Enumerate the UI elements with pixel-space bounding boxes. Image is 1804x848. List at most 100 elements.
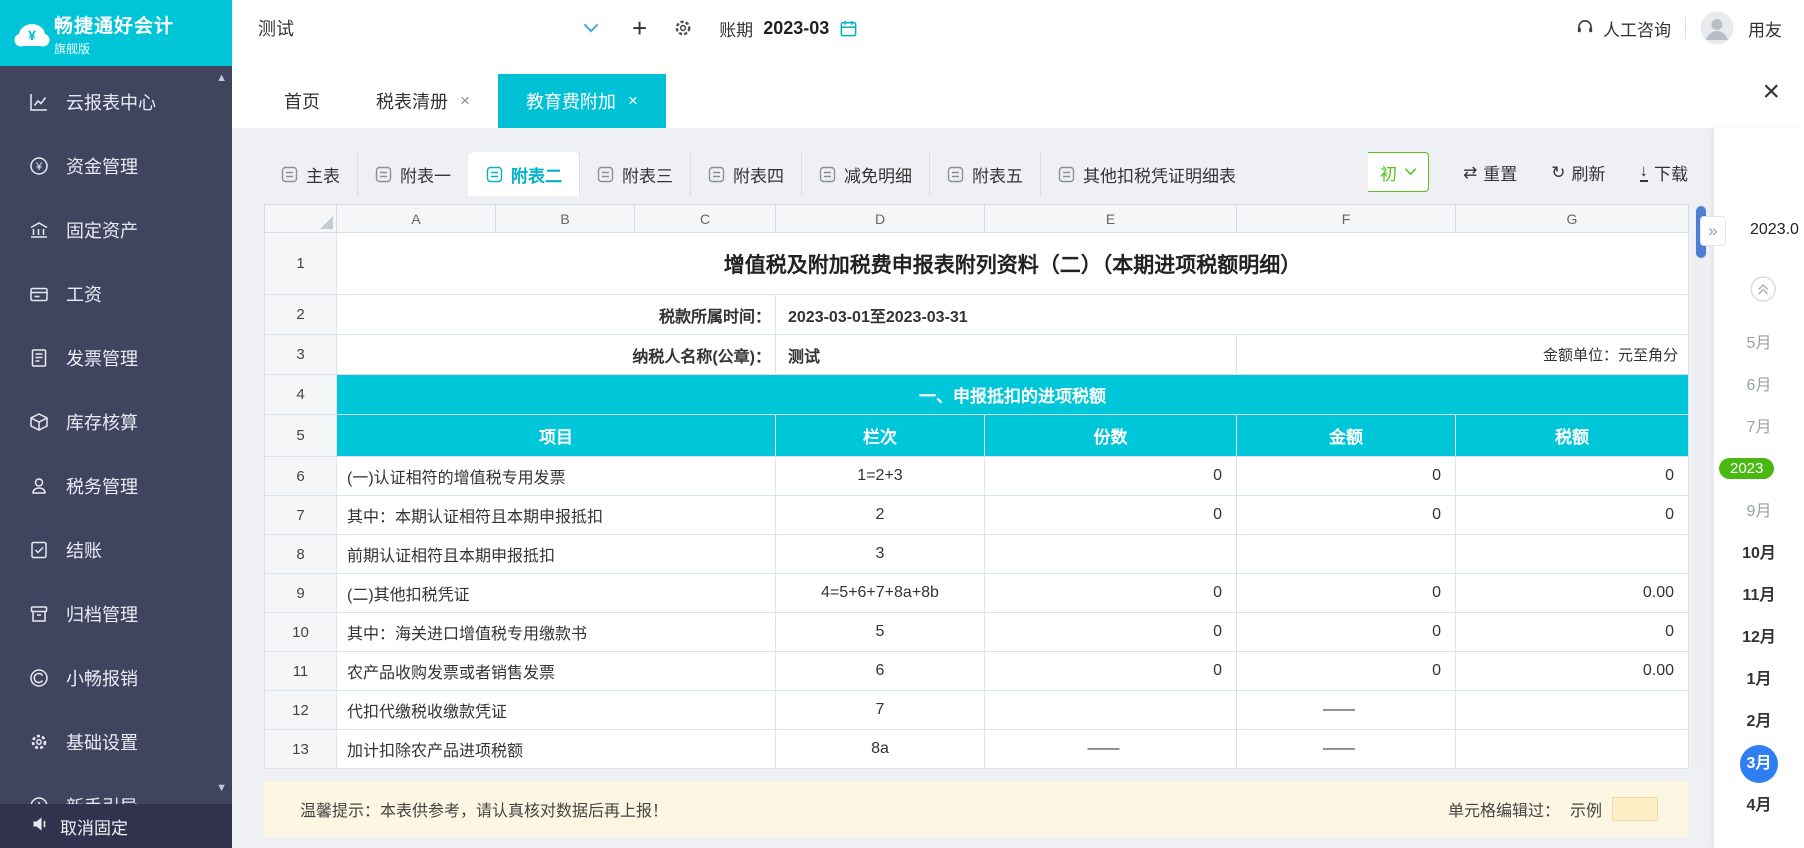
- period-cell-label[interactable]: 税款所属时间：: [336, 294, 776, 335]
- cell-count[interactable]: [984, 690, 1237, 730]
- close-icon[interactable]: ×: [628, 91, 638, 111]
- column-header-e[interactable]: E: [984, 204, 1237, 233]
- refresh-button[interactable]: ↻ 刷新: [1551, 160, 1605, 185]
- cell-amount[interactable]: 0: [1236, 651, 1456, 691]
- cell-colno[interactable]: 7: [775, 690, 985, 730]
- cell-amount[interactable]: [1236, 534, 1456, 574]
- cell-tax[interactable]: 0: [1455, 612, 1689, 652]
- sidebar-scroll-down-icon[interactable]: ▼: [216, 782, 227, 794]
- sidebar-item-fixed-assets[interactable]: 固定资产: [0, 198, 232, 262]
- calendar-icon[interactable]: [839, 19, 858, 38]
- row-header[interactable]: 13: [264, 729, 337, 769]
- cell-tax[interactable]: [1455, 729, 1689, 769]
- cell-tax[interactable]: 0.00: [1455, 651, 1689, 691]
- close-all-button[interactable]: ×: [1762, 77, 1780, 107]
- row-header[interactable]: 12: [264, 690, 337, 730]
- column-header-d[interactable]: D: [775, 204, 985, 233]
- cell-colno[interactable]: 6: [775, 651, 985, 691]
- sidebar-scroll-up-icon[interactable]: ▲: [216, 72, 227, 84]
- month-item[interactable]: 4月: [1714, 785, 1804, 827]
- cell-tax[interactable]: 0: [1455, 456, 1689, 496]
- header-item[interactable]: 项目: [336, 414, 776, 457]
- column-header-b[interactable]: B: [495, 204, 635, 233]
- row-header[interactable]: 1: [264, 232, 337, 295]
- tab-education-surcharge[interactable]: 教育费附加 ×: [497, 74, 666, 128]
- sheet-tab-appendix-4[interactable]: 附表四: [690, 152, 801, 196]
- cell-item[interactable]: 代扣代缴税收缴款凭证: [336, 690, 776, 730]
- support-button[interactable]: 人工咨询: [1575, 16, 1671, 41]
- column-header-g[interactable]: G: [1455, 204, 1689, 233]
- sidebar-item-salary[interactable]: 工资: [0, 262, 232, 326]
- sidebar-item-funds[interactable]: ¥ 资金管理: [0, 134, 232, 198]
- cell-colno[interactable]: 2: [775, 495, 985, 535]
- cell-tax[interactable]: 0: [1455, 495, 1689, 535]
- cell-colno[interactable]: 3: [775, 534, 985, 574]
- cell-item[interactable]: 其中：海关进口增值税专用缴款书: [336, 612, 776, 652]
- cell-amount[interactable]: 0: [1236, 495, 1456, 535]
- month-item[interactable]: 1月: [1714, 659, 1804, 701]
- row-header[interactable]: 3: [264, 334, 337, 375]
- reset-button[interactable]: ⇄ 重置: [1463, 160, 1517, 185]
- month-item[interactable]: 7月: [1714, 407, 1804, 449]
- row-header[interactable]: 8: [264, 534, 337, 574]
- cell-count[interactable]: 0: [984, 573, 1237, 613]
- month-item[interactable]: 11月: [1714, 575, 1804, 617]
- row-header[interactable]: 11: [264, 651, 337, 691]
- avatar[interactable]: [1700, 11, 1734, 45]
- cell-count[interactable]: ——: [984, 729, 1237, 769]
- row-header[interactable]: 6: [264, 456, 337, 496]
- unpin-sidebar-button[interactable]: 取消固定: [0, 804, 232, 848]
- row-header[interactable]: 4: [264, 374, 337, 415]
- column-header-f[interactable]: F: [1236, 204, 1456, 233]
- scroll-to-top-button[interactable]: [1750, 276, 1776, 302]
- period-dropdown[interactable]: 初: [1368, 152, 1429, 192]
- sidebar-item-invoice[interactable]: 发票管理: [0, 326, 232, 390]
- sidebar-item-guide[interactable]: 新手引导: [0, 774, 232, 804]
- cell-colno[interactable]: 1=2+3: [775, 456, 985, 496]
- column-header-a[interactable]: A: [336, 204, 496, 233]
- cell-item[interactable]: 前期认证相符且本期申报抵扣: [336, 534, 776, 574]
- cell-tax[interactable]: 0.00: [1455, 573, 1689, 613]
- sidebar-item-archive[interactable]: 归档管理: [0, 582, 232, 646]
- sheet-tab-appendix-2[interactable]: 附表二: [468, 152, 579, 196]
- tab-tax-register[interactable]: 税表清册 ×: [348, 74, 498, 128]
- month-item[interactable]: 2月: [1714, 701, 1804, 743]
- cell-count[interactable]: 0: [984, 456, 1237, 496]
- row-header[interactable]: 9: [264, 573, 337, 613]
- sidebar-item-inventory[interactable]: 库存核算: [0, 390, 232, 454]
- cell-item[interactable]: 加计扣除农产品进项税额: [336, 729, 776, 769]
- sidebar-item-closing[interactable]: 结账: [0, 518, 232, 582]
- vertical-scrollbar[interactable]: [1695, 204, 1707, 768]
- tab-home[interactable]: 首页: [256, 74, 348, 128]
- taxpayer-cell-label[interactable]: 纳税人名称(公章)：: [336, 334, 776, 375]
- sheet-tab-appendix-3[interactable]: 附表三: [579, 152, 690, 196]
- close-icon[interactable]: ×: [460, 91, 470, 111]
- column-header-c[interactable]: C: [634, 204, 776, 233]
- report-title[interactable]: 增值税及附加税费申报表附列资料（二）（本期进项税额明细）: [336, 232, 1689, 295]
- header-amount[interactable]: 金额: [1236, 414, 1456, 457]
- add-button[interactable]: +: [632, 15, 647, 41]
- cell-amount[interactable]: ——: [1236, 690, 1456, 730]
- sheet-tab-appendix-1[interactable]: 附表一: [357, 152, 468, 196]
- cell-item[interactable]: 其中：本期认证相符且本期申报抵扣: [336, 495, 776, 535]
- select-all-corner[interactable]: [264, 204, 337, 233]
- sidebar-item-settings[interactable]: 基础设置: [0, 710, 232, 774]
- sheet-tab-reduction-detail[interactable]: 减免明细: [801, 152, 929, 196]
- username[interactable]: 用友: [1748, 16, 1782, 41]
- cell-tax[interactable]: [1455, 690, 1689, 730]
- cell-amount[interactable]: 0: [1236, 456, 1456, 496]
- cell-amount[interactable]: 0: [1236, 573, 1456, 613]
- month-item-active[interactable]: 3月: [1740, 745, 1778, 783]
- month-item[interactable]: 10月: [1714, 533, 1804, 575]
- cell-colno[interactable]: 8a: [775, 729, 985, 769]
- settings-gear-icon[interactable]: [673, 18, 693, 38]
- cell-count[interactable]: [984, 534, 1237, 574]
- period-cell-value[interactable]: 2023-03-01至2023-03-31: [775, 294, 1689, 335]
- cell-item[interactable]: 农产品收购发票或者销售发票: [336, 651, 776, 691]
- month-item[interactable]: 5月: [1714, 323, 1804, 365]
- sidebar-item-cloud-report-center[interactable]: 云报表中心: [0, 70, 232, 134]
- period-value[interactable]: 2023-03: [763, 18, 829, 39]
- row-header[interactable]: 7: [264, 495, 337, 535]
- month-item[interactable]: 12月: [1714, 617, 1804, 659]
- cell-item[interactable]: (一)认证相符的增值税专用发票: [336, 456, 776, 496]
